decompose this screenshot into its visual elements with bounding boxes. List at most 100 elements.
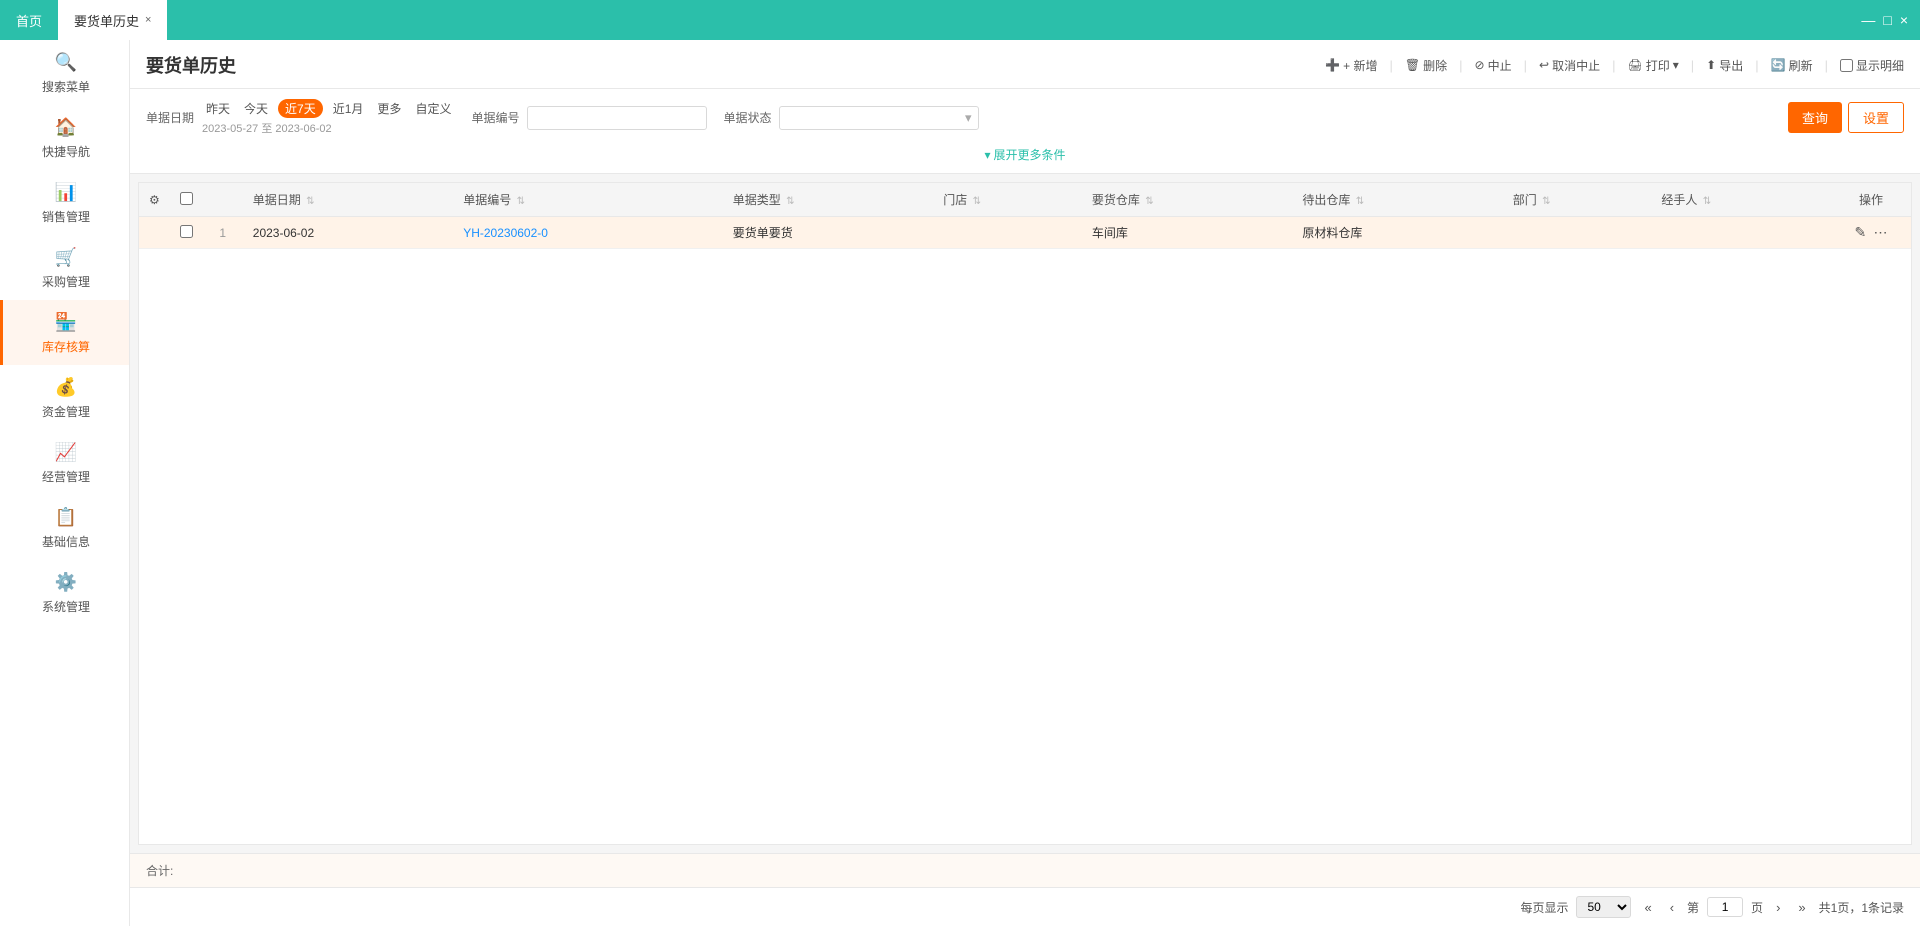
table-container: ⚙ 单据日期 ⇅ 单据编号 ⇅ [138, 182, 1912, 845]
window-maximize-icon[interactable]: □ [1883, 12, 1891, 28]
row-pending-warehouse-cell: 原材料仓库 [1292, 217, 1502, 249]
next-page-button[interactable]: › [1771, 898, 1785, 917]
top-bar: 首页 要货单历史 × — □ × [0, 0, 1920, 40]
sort-doc-date-icon: ⇅ [306, 196, 314, 207]
status-label: 单据状态 [723, 109, 771, 126]
col-doc-type[interactable]: 单据类型 ⇅ [723, 183, 933, 217]
status-select[interactable] [779, 106, 979, 130]
show-detail-checkbox[interactable] [1840, 59, 1853, 72]
date-range-text: 2023-05-27 至 2023-06-02 [202, 120, 455, 136]
row-checkbox[interactable] [180, 225, 193, 238]
page-header: 要货单历史 ➕ + 新增 | 🗑 删除 | ⊘ 中止 [130, 40, 1920, 89]
total-info: 共1页，1条记录 [1819, 899, 1904, 916]
new-button[interactable]: ➕ + 新增 [1325, 57, 1377, 74]
summary-label: 合计: [146, 862, 173, 879]
doc-no-filter-group: 单据编号 [471, 106, 707, 130]
refresh-icon: 🔄 [1771, 58, 1786, 72]
stop-icon: ⊘ [1475, 58, 1485, 72]
refresh-button[interactable]: 🔄 刷新 [1771, 57, 1813, 74]
sort-doc-no-icon: ⇅ [517, 196, 525, 207]
date-filter-custom[interactable]: 自定义 [411, 99, 455, 118]
col-dept[interactable]: 部门 ⇅ [1503, 183, 1652, 217]
sidebar-item-label: 系统管理 [42, 598, 90, 615]
print-chevron-icon: ▾ [1673, 58, 1679, 72]
sidebar-item-search-menu[interactable]: 🔍 搜索菜单 [0, 40, 129, 105]
show-detail-checkbox-area[interactable]: 显示明细 [1840, 57, 1904, 74]
sidebar-item-sales-mgmt[interactable]: 📊 销售管理 [0, 170, 129, 235]
export-icon: ⬆ [1706, 58, 1716, 72]
col-store[interactable]: 门店 ⇅ [933, 183, 1082, 217]
date-filter-7days[interactable]: 近7天 [278, 99, 323, 118]
sidebar-item-ops-mgmt[interactable]: 📈 经营管理 [0, 430, 129, 495]
cancel-stop-button[interactable]: ↩ 取消中止 [1539, 57, 1600, 74]
status-select-wrapper [779, 106, 979, 130]
sidebar-item-label: 基础信息 [42, 533, 90, 550]
col-pending-warehouse[interactable]: 待出仓库 ⇅ [1292, 183, 1502, 217]
filter-area: 单据日期 昨天 今天 近7天 近1月 更多 自定义 2023-05-27 至 2… [130, 89, 1920, 174]
date-filter-more[interactable]: 更多 [373, 99, 405, 118]
print-button[interactable]: 🖨 打印 ▾ [1627, 57, 1678, 74]
page-size-label: 每页显示 [1520, 899, 1568, 916]
row-dept-cell [1503, 217, 1652, 249]
col-req-warehouse[interactable]: 要货仓库 ⇅ [1082, 183, 1292, 217]
refresh-label: 刷新 [1789, 57, 1813, 74]
row-settings-cell [139, 217, 170, 249]
tab-requisition-history[interactable]: 要货单历史 × [58, 0, 167, 40]
row-more-icon[interactable]: ⋯ [1874, 224, 1888, 240]
delete-icon: 🗑 [1405, 58, 1420, 72]
sidebar-item-label: 搜索菜单 [42, 78, 90, 95]
col-handler[interactable]: 经手人 ⇅ [1651, 183, 1831, 217]
sidebar-item-purchase-mgmt[interactable]: 🛒 采购管理 [0, 235, 129, 300]
filter-row: 单据日期 昨天 今天 近7天 近1月 更多 自定义 2023-05-27 至 2… [146, 99, 1904, 136]
settings-button[interactable]: 设置 [1848, 102, 1904, 133]
sidebar-item-sys-mgmt[interactable]: ⚙️ 系统管理 [0, 560, 129, 625]
page-suffix: 页 [1751, 899, 1763, 916]
doc-no-link[interactable]: YH-20230602-0 [463, 226, 548, 240]
last-page-button[interactable]: » [1793, 898, 1810, 917]
date-filter-group: 单据日期 昨天 今天 近7天 近1月 更多 自定义 2023-05-27 至 2… [146, 99, 455, 136]
doc-no-input[interactable] [527, 106, 707, 130]
tab-close-icon[interactable]: × [145, 14, 151, 26]
sidebar-item-quick-nav[interactable]: 🏠 快捷导航 [0, 105, 129, 170]
col-operation: 操作 [1831, 183, 1911, 217]
col-settings[interactable]: ⚙ [139, 183, 170, 217]
delete-button[interactable]: 🗑 删除 [1405, 57, 1447, 74]
row-num-cell: 1 [203, 217, 243, 249]
ops-mgmt-icon: 📈 [55, 442, 77, 463]
sys-mgmt-icon: ⚙️ [55, 572, 77, 593]
pagination-bar: 每页显示 20 50 100 200 « ‹ 第 页 › » 共1页，1条记录 [130, 887, 1920, 926]
expand-conditions-button[interactable]: ▾ 展开更多条件 [984, 146, 1065, 163]
first-page-button[interactable]: « [1639, 898, 1656, 917]
sidebar-item-finance-mgmt[interactable]: 💰 资金管理 [0, 365, 129, 430]
sort-handler-icon: ⇅ [1703, 196, 1711, 207]
sidebar-item-label: 经营管理 [42, 468, 90, 485]
sort-pending-warehouse-icon: ⇅ [1356, 196, 1364, 207]
window-minimize-icon[interactable]: — [1861, 12, 1875, 28]
row-edit-icon[interactable]: ✎ [1854, 224, 1866, 240]
sidebar-item-inventory[interactable]: 🏪 库存核算 [0, 300, 129, 365]
col-doc-no[interactable]: 单据编号 ⇅ [453, 183, 723, 217]
page-size-select[interactable]: 20 50 100 200 [1576, 896, 1631, 918]
purchase-mgmt-icon: 🛒 [55, 247, 77, 268]
sort-store-icon: ⇅ [973, 196, 981, 207]
row-req-warehouse-cell: 车间库 [1082, 217, 1292, 249]
date-filter-yesterday[interactable]: 昨天 [202, 99, 234, 118]
content-area: 要货单历史 ➕ + 新增 | 🗑 删除 | ⊘ 中止 [130, 40, 1920, 926]
sales-mgmt-icon: 📊 [55, 182, 77, 203]
sidebar-item-basic-info[interactable]: 📋 基础信息 [0, 495, 129, 560]
col-doc-date[interactable]: 单据日期 ⇅ [243, 183, 453, 217]
tab-home[interactable]: 首页 [0, 0, 58, 40]
select-all-checkbox[interactable] [180, 192, 193, 205]
date-filter-1month[interactable]: 近1月 [329, 99, 368, 118]
stop-button[interactable]: ⊘ 中止 [1475, 57, 1512, 74]
export-button[interactable]: ⬆ 导出 [1706, 57, 1743, 74]
date-filter-label: 单据日期 [146, 109, 194, 126]
prev-page-button[interactable]: ‹ [1665, 898, 1679, 917]
expand-label: 展开更多条件 [994, 146, 1066, 163]
window-close-icon[interactable]: × [1900, 12, 1908, 28]
date-filter-today[interactable]: 今天 [240, 99, 272, 118]
show-detail-label: 显示明细 [1856, 57, 1904, 74]
query-button[interactable]: 查询 [1788, 102, 1842, 133]
page-input[interactable] [1707, 897, 1743, 917]
basic-info-icon: 📋 [55, 507, 77, 528]
